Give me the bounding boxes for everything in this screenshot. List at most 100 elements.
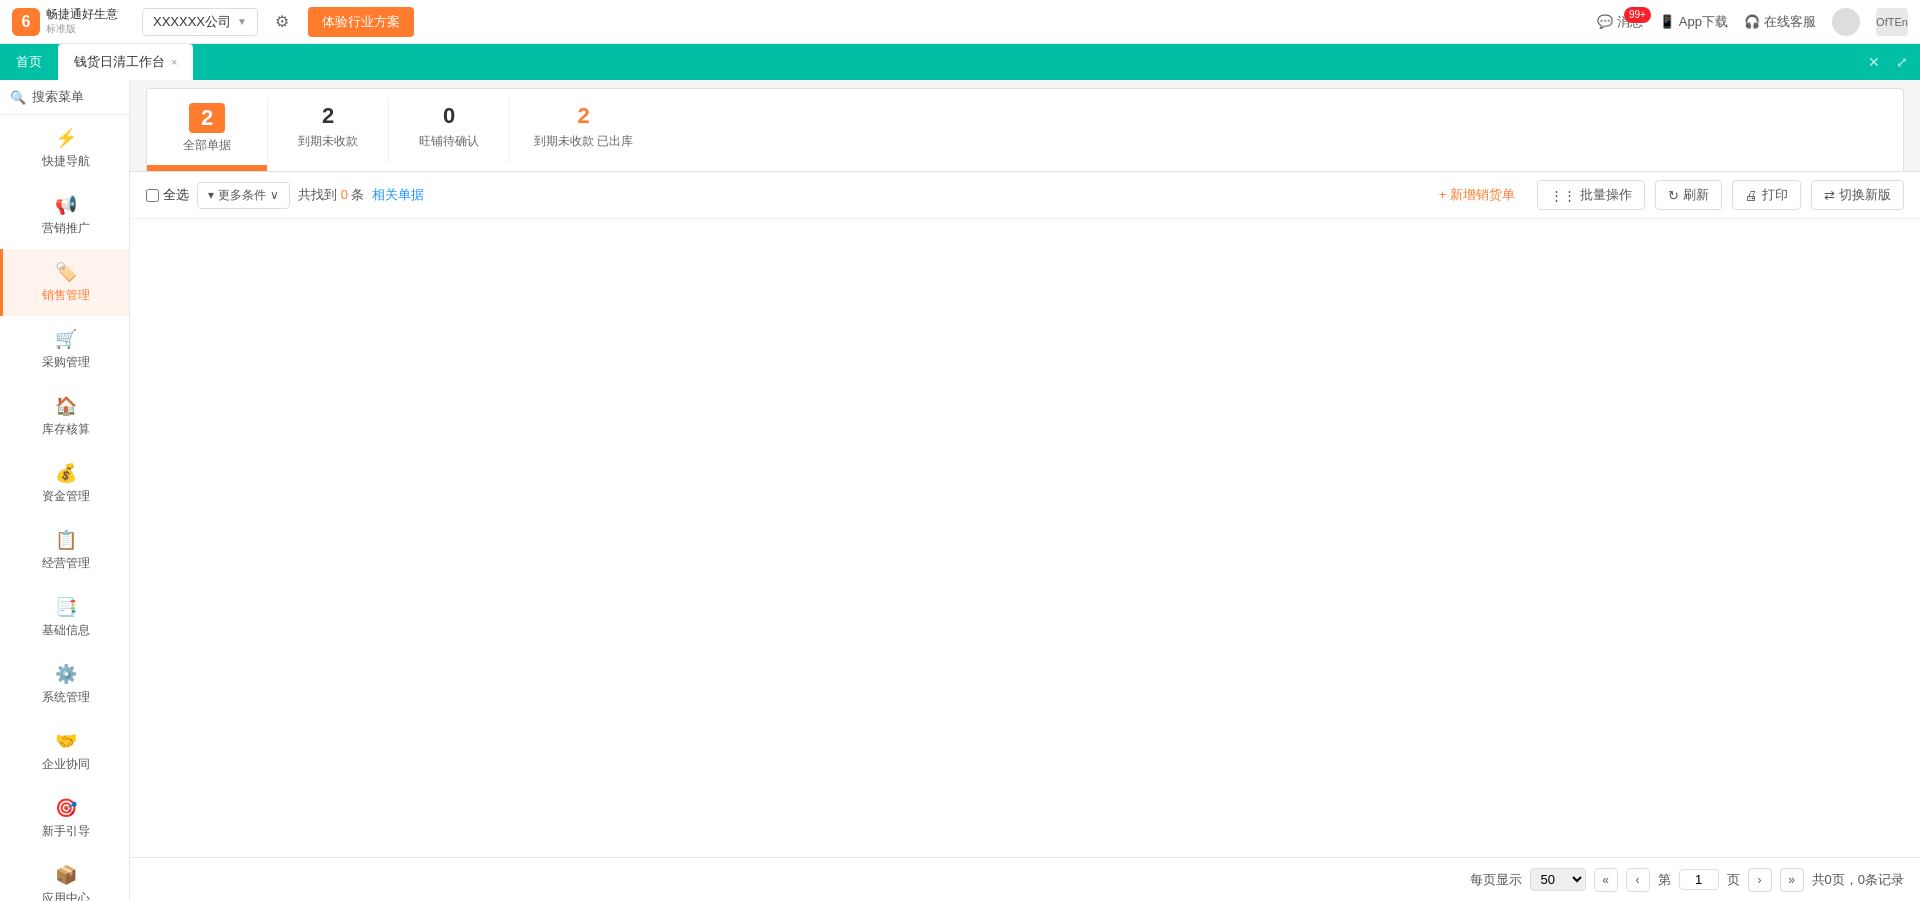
sidebar-item-marketing[interactable]: 📢 营销推广	[0, 182, 129, 249]
app-download-label: App下载	[1679, 13, 1728, 31]
last-page-button[interactable]: »	[1780, 868, 1804, 892]
tab-active[interactable]: 钱货日清工作台 ×	[58, 44, 193, 80]
logo-text-block: 畅捷通好生意 标准版	[46, 7, 118, 37]
purchase-icon: 🛒	[55, 328, 77, 350]
sidebar-item-enterprise[interactable]: 🤝 企业协同	[0, 718, 129, 785]
add-sales-order-button[interactable]: + 新增销货单	[1427, 181, 1527, 209]
app-download-icon: 📱	[1659, 14, 1675, 29]
guide-label: 新手引导	[42, 823, 90, 840]
avatar[interactable]	[1832, 8, 1860, 36]
sidebar-item-guide[interactable]: 🎯 新手引导	[0, 785, 129, 852]
refresh-label: 刷新	[1683, 186, 1709, 204]
sidebar-item-base-info[interactable]: 📑 基础信息	[0, 584, 129, 651]
sidebar-search[interactable]: 🔍 搜索菜单	[0, 80, 129, 115]
quick-nav-icon: ⚡	[55, 127, 77, 149]
app-center-icon: 📦	[55, 864, 77, 886]
related-documents-link[interactable]: 相关单据	[372, 186, 424, 204]
app-download-button[interactable]: 📱 App下载	[1659, 13, 1728, 31]
header-right: 💬 消息 99+ 📱 App下载 🎧 在线客服 OfTEn	[1597, 8, 1908, 36]
trial-button[interactable]: 体验行业方案	[308, 7, 414, 37]
online-service-button[interactable]: 🎧 在线客服	[1744, 13, 1816, 31]
sidebar-item-purchase[interactable]: 🛒 采购管理	[0, 316, 129, 383]
close-tab-icon[interactable]: ×	[171, 56, 177, 68]
stat-card-all[interactable]: 2 全部单据	[147, 89, 267, 171]
content-area: 2 全部单据 2 到期未收款 0 旺铺待确认 2 到期未收款 已出库	[130, 80, 1920, 901]
page-number-input[interactable]	[1679, 869, 1719, 890]
messages-button[interactable]: 💬 消息 99+	[1597, 13, 1643, 31]
inventory-icon: 🏠	[55, 395, 77, 417]
stat-label-pending: 旺铺待确认	[419, 133, 479, 150]
system-icon: ⚙️	[55, 663, 77, 685]
maximize-window-icon[interactable]: ⤢	[1892, 52, 1912, 72]
switch-label: 切换新版	[1839, 186, 1891, 204]
stat-card-overdue-shipped[interactable]: 2 到期未收款 已出库	[510, 89, 657, 171]
online-service-icon: 🎧	[1744, 14, 1760, 29]
sidebar-item-system[interactable]: ⚙️ 系统管理	[0, 651, 129, 718]
sales-icon: 🏷️	[55, 261, 77, 283]
sidebar: 🔍 搜索菜单 ⚡ 快捷导航 📢 营销推广 🏷️ 销售管理 🛒 采购管理 🏠 库存…	[0, 80, 130, 901]
sidebar-item-operations[interactable]: 📋 经营管理	[0, 517, 129, 584]
nav-tabs: 首页 钱货日清工作台 × ✕ ⤢	[0, 44, 1920, 80]
toolbar-left: 全选 ▾ 更多条件 ∨ 共找到 0 条 相关单据	[146, 182, 1419, 209]
sidebar-item-sales[interactable]: 🏷️ 销售管理	[0, 249, 129, 316]
first-page-button[interactable]: «	[1594, 868, 1618, 892]
purchase-label: 采购管理	[42, 354, 90, 371]
avatar-name-badge[interactable]: OfTEn	[1876, 8, 1908, 36]
main-layout: 🔍 搜索菜单 ⚡ 快捷导航 📢 营销推广 🏷️ 销售管理 🛒 采购管理 🏠 库存…	[0, 80, 1920, 901]
operations-label: 经营管理	[42, 555, 90, 572]
print-label: 打印	[1762, 186, 1788, 204]
stat-label-all: 全部单据	[183, 137, 231, 154]
select-all-checkbox[interactable]: 全选	[146, 186, 189, 204]
enterprise-label: 企业协同	[42, 756, 90, 773]
marketing-icon: 📢	[55, 194, 77, 216]
sidebar-item-inventory[interactable]: 🏠 库存核算	[0, 383, 129, 450]
filter-button[interactable]: ▾ 更多条件 ∨	[197, 182, 290, 209]
search-icon: 🔍	[10, 90, 26, 105]
sidebar-item-app-center[interactable]: 📦 应用中心	[0, 852, 129, 901]
stat-num-overdue: 2	[322, 103, 334, 129]
quick-nav-label: 快捷导航	[42, 153, 90, 170]
stat-num-overdue-shipped: 2	[578, 103, 590, 129]
prev-page-button[interactable]: ‹	[1626, 868, 1650, 892]
per-page-select[interactable]: 50 100 200	[1530, 868, 1586, 891]
search-label: 搜索菜单	[32, 88, 84, 106]
sidebar-item-quick-nav[interactable]: ⚡ 快捷导航	[0, 115, 129, 182]
batch-operation-button[interactable]: ⋮⋮ 批量操作	[1537, 180, 1645, 210]
found-text: 共找到 0 条	[298, 186, 364, 204]
pagination-bar: 每页显示 50 100 200 « ‹ 第 页 › » 共0页，0条记录	[130, 857, 1920, 901]
logo-main-text: 畅捷通好生意	[46, 7, 118, 23]
page-prefix: 第	[1658, 871, 1671, 889]
tab-home-label: 首页	[16, 53, 42, 71]
refresh-icon: ↻	[1668, 188, 1679, 203]
filter-icon: ▾	[208, 188, 214, 202]
marketing-label: 营销推广	[42, 220, 90, 237]
batch-label: 批量操作	[1580, 186, 1632, 204]
close-window-icon[interactable]: ✕	[1864, 52, 1884, 72]
online-service-label: 在线客服	[1764, 13, 1816, 31]
found-prefix: 共找到	[298, 187, 337, 202]
refresh-button[interactable]: ↻ 刷新	[1655, 180, 1722, 210]
inventory-label: 库存核算	[42, 421, 90, 438]
select-all-label: 全选	[163, 186, 189, 204]
per-page-label: 每页显示	[1470, 871, 1522, 889]
stats-inner: 2 全部单据 2 到期未收款 0 旺铺待确认 2 到期未收款 已出库	[146, 88, 1904, 171]
base-info-icon: 📑	[55, 596, 77, 618]
stat-card-pending[interactable]: 0 旺铺待确认	[389, 89, 509, 171]
guide-icon: 🎯	[55, 797, 77, 819]
finance-icon: 💰	[55, 462, 77, 484]
total-label: 共0页，0条记录	[1812, 871, 1904, 889]
print-button[interactable]: 🖨 打印	[1732, 180, 1801, 210]
select-all-input[interactable]	[146, 189, 159, 202]
tab-actions: ✕ ⤢	[1864, 52, 1920, 72]
found-unit: 条	[351, 187, 364, 202]
tab-home[interactable]: 首页	[0, 44, 58, 80]
stat-label-overdue: 到期未收款	[298, 133, 358, 150]
sidebar-item-finance[interactable]: 💰 资金管理	[0, 450, 129, 517]
company-selector[interactable]: XXXXXX公司 ▼	[142, 8, 258, 36]
switch-new-version-button[interactable]: ⇄ 切换新版	[1811, 180, 1904, 210]
settings-button[interactable]: ⚙	[266, 6, 298, 38]
next-page-button[interactable]: ›	[1748, 868, 1772, 892]
top-header: 6 畅捷通好生意 标准版 XXXXXX公司 ▼ ⚙ 体验行业方案 💬 消息 99…	[0, 0, 1920, 44]
stat-card-overdue[interactable]: 2 到期未收款	[268, 89, 388, 171]
finance-label: 资金管理	[42, 488, 90, 505]
